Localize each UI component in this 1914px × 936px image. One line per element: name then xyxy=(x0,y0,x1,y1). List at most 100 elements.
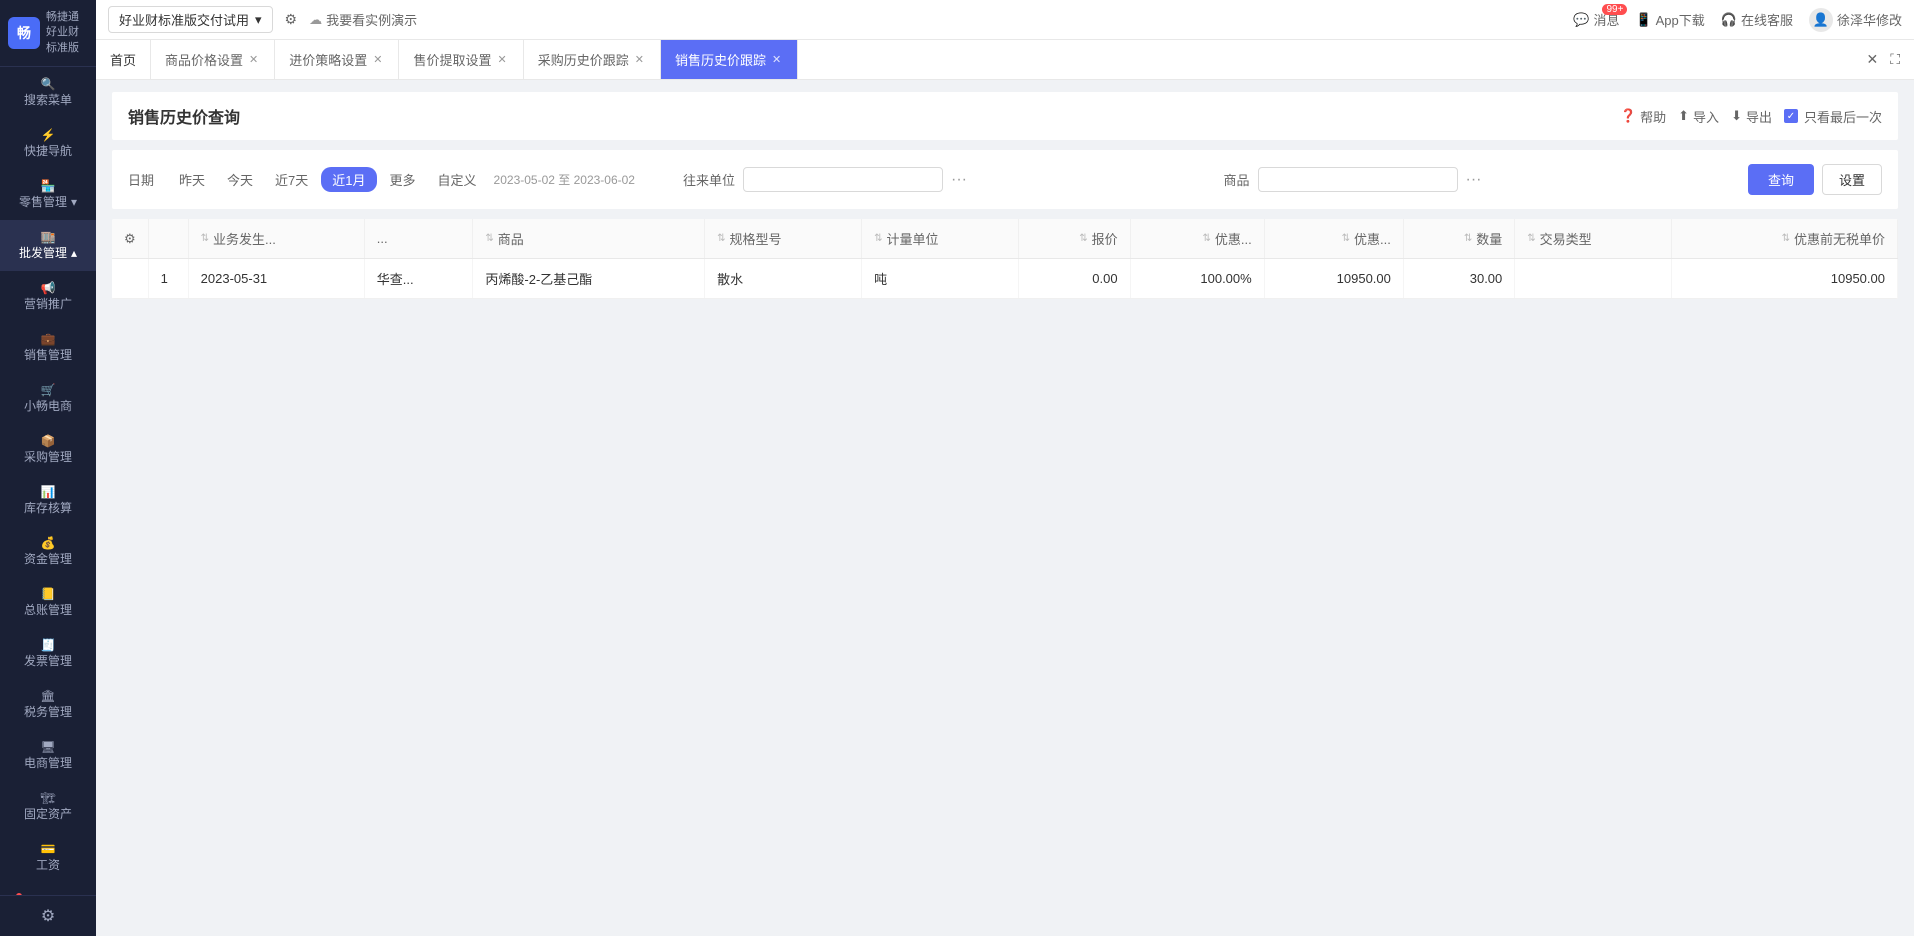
filter-settings-button[interactable]: 设置 xyxy=(1822,164,1882,195)
col-pretax-price-label: 优惠前无税单价 xyxy=(1794,229,1885,248)
checkmark-icon: ✓ xyxy=(1787,111,1795,122)
col-trade-type[interactable]: ⇅ 交易类型 xyxy=(1515,219,1672,259)
col-unit-label: 计量单位 xyxy=(887,229,939,248)
sidebar-item-ecommerce-small[interactable]: 🛒 小畅电商 xyxy=(0,373,96,424)
tab-price-extract[interactable]: 售价提取设置 ✕ xyxy=(399,40,523,80)
help-button[interactable]: ❓ 帮助 xyxy=(1620,107,1666,126)
col-goods[interactable]: ⇅ 商品 xyxy=(473,219,705,259)
tab-price-settings[interactable]: 商品价格设置 ✕ xyxy=(151,40,275,80)
sidebar-item-ecommerce[interactable]: 🖥 电商管理 xyxy=(0,730,96,781)
sidebar-item-wholesale[interactable]: 🏬 批发管理 ▴ xyxy=(0,220,96,271)
col-discount1[interactable]: ⇅ 优惠... xyxy=(1130,219,1264,259)
sidebar-item-salary[interactable]: 💳 工资 xyxy=(0,832,96,883)
avatar: 👤 xyxy=(1809,8,1833,32)
cell-goods: 丙烯酸-2-乙基己酯 xyxy=(473,259,705,299)
sidebar-item-label: 快捷导航 xyxy=(24,142,72,159)
source-unit-more-icon[interactable]: ··· xyxy=(951,171,967,189)
help-icon: ❓ xyxy=(1620,108,1636,124)
cell-rownum: 1 xyxy=(148,259,188,299)
cell-trade-type xyxy=(1515,259,1672,299)
col-discount2[interactable]: ⇅ 优惠... xyxy=(1264,219,1403,259)
chevron-up-icon: ▴ xyxy=(71,246,77,260)
sidebar-item-inventory[interactable]: 📊 库存核算 xyxy=(0,475,96,526)
sidebar-item-retail[interactable]: 🏪 零售管理 ▾ xyxy=(0,169,96,220)
cell-pretax-price: 10950.00 xyxy=(1672,259,1898,299)
app-download-button[interactable]: 📱 App下载 xyxy=(1635,10,1704,29)
sidebar-item-label: 税务管理 xyxy=(24,703,72,720)
col-gear[interactable]: ⚙ xyxy=(112,219,148,259)
maximize-tab-button[interactable]: ⛶ xyxy=(1884,47,1906,72)
close-tab-button[interactable]: ✕ xyxy=(1860,47,1884,72)
query-button[interactable]: 查询 xyxy=(1748,164,1814,195)
col-quantity[interactable]: ⇅ 数量 xyxy=(1403,219,1514,259)
close-tab-icon[interactable]: ✕ xyxy=(496,51,509,68)
export-icon: ⬇ xyxy=(1731,108,1742,124)
demo-button[interactable]: ☁ 我要看实例演示 xyxy=(309,10,417,29)
close-tab-icon[interactable]: ✕ xyxy=(247,51,260,68)
sidebar-item-sales[interactable]: 💼 销售管理 xyxy=(0,322,96,373)
topbar-gear-icon[interactable]: ⚙ xyxy=(285,11,298,28)
col-spec[interactable]: ⇅ 规格型号 xyxy=(705,219,862,259)
user-menu-button[interactable]: 👤 徐泽华修改 xyxy=(1809,8,1902,32)
col-more[interactable]: ... xyxy=(364,219,473,259)
online-service-button[interactable]: 🎧 在线客服 xyxy=(1721,10,1793,29)
tab-label: 商品价格设置 xyxy=(165,50,243,69)
demo-label: 我要看实例演示 xyxy=(326,10,417,29)
col-discount2-label: 优惠... xyxy=(1354,229,1391,248)
sidebar-item-label: 小畅电商 xyxy=(24,397,72,414)
sort-icon: ⇅ xyxy=(874,233,882,244)
date-btn-custom[interactable]: 自定义 xyxy=(429,167,486,192)
sidebar-item-label: 库存核算 xyxy=(24,499,72,516)
sales-icon: 💼 xyxy=(41,332,56,346)
col-price[interactable]: ⇅ 报价 xyxy=(1019,219,1130,259)
sidebar-item-smart[interactable]: 🤖 智能管理 xyxy=(0,883,96,895)
col-quantity-label: 数量 xyxy=(1476,229,1502,248)
date-btn-yesterday[interactable]: 昨天 xyxy=(170,167,214,192)
message-button[interactable]: 💬 消息 99+ xyxy=(1573,10,1619,29)
close-tab-icon[interactable]: ✕ xyxy=(633,51,646,68)
only-last-checkbox-container[interactable]: ✓ 只看最后一次 xyxy=(1784,107,1882,126)
col-pretax-price[interactable]: ⇅ 优惠前无税单价 xyxy=(1672,219,1898,259)
finance-icon: 💰 xyxy=(41,536,56,550)
sidebar-item-marketing[interactable]: 📢 营销推广 xyxy=(0,271,96,322)
sidebar-item-tax[interactable]: 🏛 税务管理 xyxy=(0,679,96,730)
version-selector[interactable]: 好业财标准版交付试用 ▾ xyxy=(108,6,273,33)
close-tab-icon[interactable]: ✕ xyxy=(371,51,384,68)
col-unit[interactable]: ⇅ 计量单位 xyxy=(862,219,1019,259)
sidebar-item-ledger[interactable]: 📒 总账管理 xyxy=(0,577,96,628)
tab-purchase-history[interactable]: 采购历史价跟踪 ✕ xyxy=(524,40,661,80)
sidebar-item-finance[interactable]: 💰 资金管理 xyxy=(0,526,96,577)
source-unit-input[interactable] xyxy=(743,167,943,192)
goods-more-icon[interactable]: ··· xyxy=(1466,171,1482,189)
col-biz-date[interactable]: ⇅ 业务发生... xyxy=(188,219,364,259)
date-btn-last7[interactable]: 近7天 xyxy=(266,167,317,192)
goods-input[interactable] xyxy=(1258,167,1458,192)
only-last-checkbox[interactable]: ✓ xyxy=(1784,109,1798,123)
table-row[interactable]: 1 2023-05-31 华查... 丙烯酸-2-乙基己酯 散水 吨 0.00 … xyxy=(112,259,1898,299)
date-btn-last1m[interactable]: 近1月 xyxy=(321,167,376,192)
sidebar-item-label: 工资 xyxy=(36,856,60,873)
sidebar-item-purchase[interactable]: 📦 采购管理 xyxy=(0,424,96,475)
date-btn-today[interactable]: 今天 xyxy=(218,167,262,192)
username-label: 徐泽华修改 xyxy=(1837,10,1902,29)
close-tab-icon[interactable]: ✕ xyxy=(770,51,783,68)
column-settings-icon[interactable]: ⚙ xyxy=(124,231,136,246)
main-area: 好业财标准版交付试用 ▾ ⚙ ☁ 我要看实例演示 💬 消息 99+ 📱 App下… xyxy=(96,0,1914,936)
cell-quantity: 30.00 xyxy=(1403,259,1514,299)
tab-home[interactable]: 首页 xyxy=(96,40,151,80)
import-button[interactable]: ⬆ 导入 xyxy=(1678,107,1719,126)
sidebar-item-invoice[interactable]: 🧾 发票管理 xyxy=(0,628,96,679)
date-btn-more[interactable]: 更多 xyxy=(381,167,425,192)
sidebar-item-label: 销售管理 xyxy=(24,346,72,363)
sidebar-item-assets[interactable]: 🏗 固定资产 xyxy=(0,781,96,832)
export-button[interactable]: ⬇ 导出 xyxy=(1731,107,1772,126)
sidebar-item-quicknav[interactable]: ⚡ 快捷导航 xyxy=(0,118,96,169)
sidebar-item-search[interactable]: 🔍 搜索菜单 xyxy=(0,67,96,118)
tab-price-strategy[interactable]: 进价策略设置 ✕ xyxy=(275,40,399,80)
sort-icon: ⇅ xyxy=(1342,233,1350,244)
chevron-down-icon: ▾ xyxy=(71,195,77,209)
sort-icon: ⇅ xyxy=(201,233,209,244)
cell-spec: 散水 xyxy=(705,259,862,299)
settings-gear-icon[interactable]: ⚙ xyxy=(41,906,55,926)
tab-sales-history[interactable]: 销售历史价跟踪 ✕ xyxy=(661,40,798,80)
